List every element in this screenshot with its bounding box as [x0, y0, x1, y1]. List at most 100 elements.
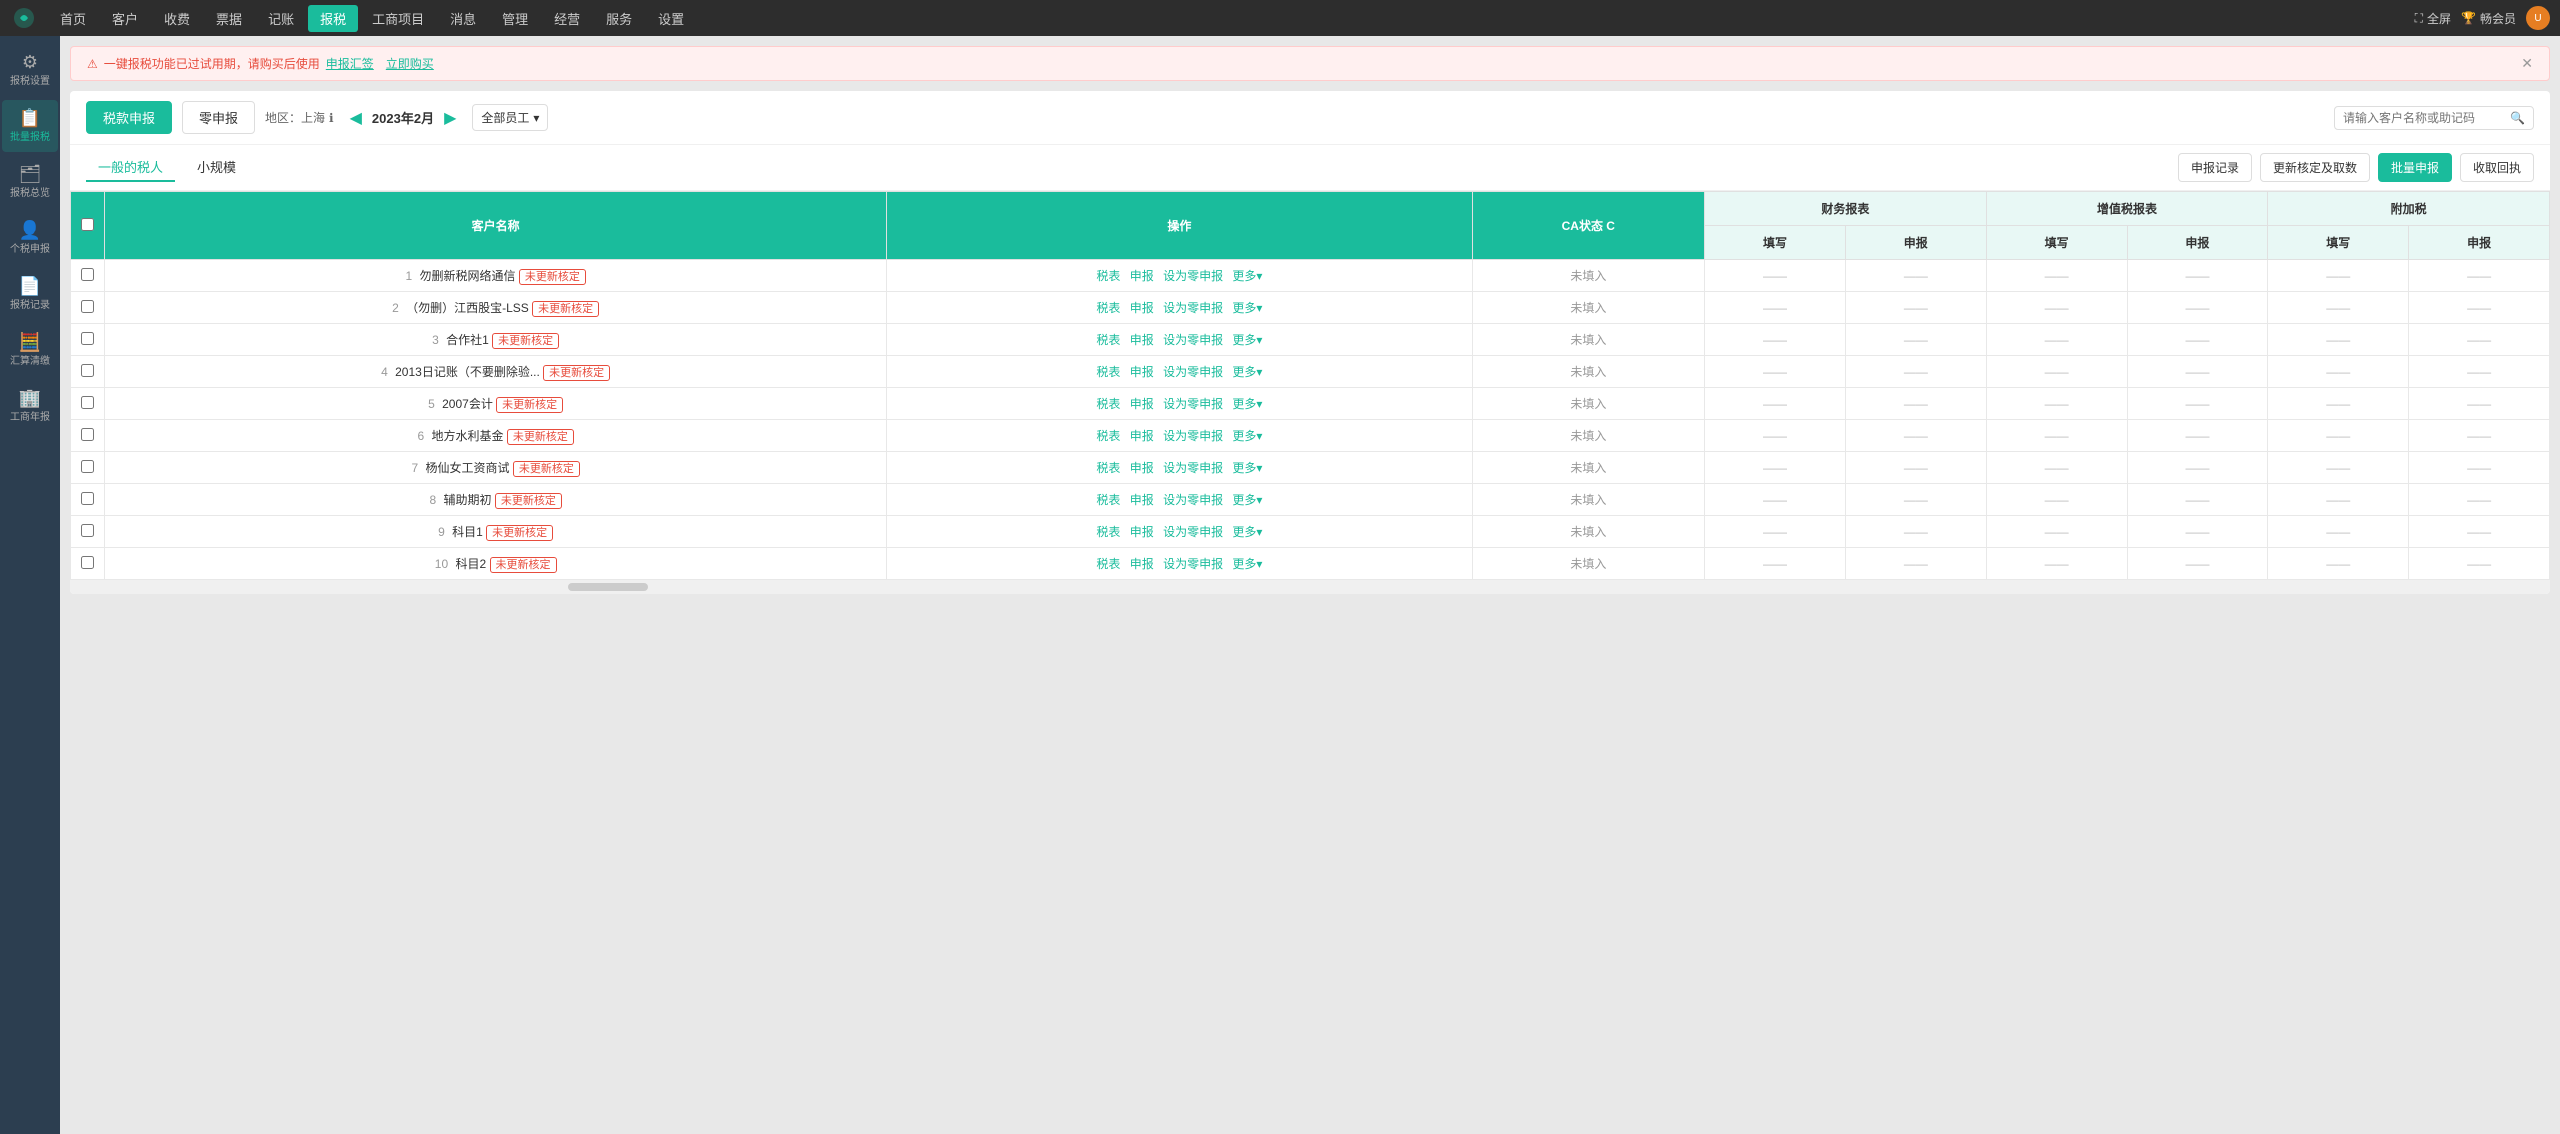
set-zero-link[interactable]: 设为零申报	[1163, 525, 1223, 539]
retrieve-receipt-button[interactable]: 收取回执	[2460, 153, 2534, 182]
sidebar-item-personal-tax[interactable]: 👤 个税申报	[2, 212, 58, 264]
department-selector[interactable]: 全部员工 ▾	[472, 104, 548, 131]
row-checkbox-9[interactable]	[81, 524, 94, 537]
declare-records-button[interactable]: 申报记录	[2178, 153, 2252, 182]
row-checkbox-cell[interactable]	[71, 420, 105, 452]
buy-now-link[interactable]: 立即购买	[386, 55, 434, 72]
row-checkbox-8[interactable]	[81, 492, 94, 505]
more-link[interactable]: 更多▾	[1232, 557, 1262, 571]
more-link[interactable]: 更多▾	[1232, 525, 1262, 539]
row-checkbox-cell[interactable]	[71, 452, 105, 484]
sidebar-item-tax-overview[interactable]: 🗂 报税总览	[2, 156, 58, 208]
tax-table-link[interactable]: 税表	[1096, 333, 1120, 347]
nav-operations[interactable]: 经营	[542, 5, 592, 32]
set-zero-link[interactable]: 设为零申报	[1163, 333, 1223, 347]
nav-management[interactable]: 管理	[490, 5, 540, 32]
tax-declaration-tab[interactable]: 税款申报	[86, 101, 172, 134]
row-checkbox-10[interactable]	[81, 556, 94, 569]
row-checkbox-5[interactable]	[81, 396, 94, 409]
row-checkbox-cell[interactable]	[71, 516, 105, 548]
tax-table-link[interactable]: 税表	[1096, 557, 1120, 571]
more-link[interactable]: 更多▾	[1232, 429, 1262, 443]
row-checkbox-3[interactable]	[81, 332, 94, 345]
tax-table-link[interactable]: 税表	[1096, 365, 1120, 379]
batch-declare-button[interactable]: 批量申报	[2378, 153, 2452, 182]
row-checkbox-cell[interactable]	[71, 324, 105, 356]
nav-business[interactable]: 工商项目	[360, 5, 436, 32]
zero-declaration-tab[interactable]: 零申报	[182, 101, 255, 134]
nav-settings[interactable]: 设置	[646, 5, 696, 32]
row-checkbox-cell[interactable]	[71, 388, 105, 420]
declare-summary-link[interactable]: 申报汇签	[326, 55, 374, 72]
set-zero-link[interactable]: 设为零申报	[1163, 461, 1223, 475]
more-link[interactable]: 更多▾	[1232, 301, 1262, 315]
declare-link[interactable]: 申报	[1130, 365, 1154, 379]
row-checkbox-cell[interactable]	[71, 260, 105, 292]
row-checkbox-4[interactable]	[81, 364, 94, 377]
row-checkbox-cell[interactable]	[71, 292, 105, 324]
nav-billing[interactable]: 收费	[152, 5, 202, 32]
banner-close-button[interactable]: ✕	[2521, 55, 2533, 72]
user-avatar[interactable]: U	[2526, 6, 2550, 30]
sidebar-item-batch-tax[interactable]: 📋 批量报税	[2, 100, 58, 152]
more-link[interactable]: 更多▾	[1232, 365, 1262, 379]
set-zero-link[interactable]: 设为零申报	[1163, 557, 1223, 571]
nav-messages[interactable]: 消息	[438, 5, 488, 32]
more-link[interactable]: 更多▾	[1232, 397, 1262, 411]
nav-bookkeeping[interactable]: 记账	[256, 5, 306, 32]
row-checkbox-1[interactable]	[81, 268, 94, 281]
declare-link[interactable]: 申报	[1130, 461, 1154, 475]
scroll-thumb[interactable]	[568, 583, 648, 591]
search-input[interactable]	[2343, 111, 2506, 125]
row-checkbox-7[interactable]	[81, 460, 94, 473]
declare-link[interactable]: 申报	[1130, 333, 1154, 347]
app-logo[interactable]	[10, 4, 38, 32]
tax-table-link[interactable]: 税表	[1096, 301, 1120, 315]
select-all-header[interactable]	[71, 192, 105, 260]
sidebar-item-tax-settings[interactable]: ⚙ 报税设置	[2, 44, 58, 96]
more-link[interactable]: 更多▾	[1232, 461, 1262, 475]
select-all-checkbox[interactable]	[81, 218, 94, 231]
more-link[interactable]: 更多▾	[1232, 493, 1262, 507]
declare-link[interactable]: 申报	[1130, 397, 1154, 411]
set-zero-link[interactable]: 设为零申报	[1163, 269, 1223, 283]
set-zero-link[interactable]: 设为零申报	[1163, 493, 1223, 507]
set-zero-link[interactable]: 设为零申报	[1163, 365, 1223, 379]
declare-link[interactable]: 申报	[1130, 493, 1154, 507]
declare-link[interactable]: 申报	[1130, 429, 1154, 443]
tax-table-link[interactable]: 税表	[1096, 397, 1120, 411]
nav-tax[interactable]: 报税	[308, 5, 358, 32]
tax-table-link[interactable]: 税表	[1096, 269, 1120, 283]
member-button[interactable]: 🏆 畅会员	[2461, 10, 2516, 27]
row-checkbox-cell[interactable]	[71, 356, 105, 388]
nav-home[interactable]: 首页	[48, 5, 98, 32]
set-zero-link[interactable]: 设为零申报	[1163, 429, 1223, 443]
general-taxpayer-tab[interactable]: 一般的税人	[86, 153, 175, 182]
row-checkbox-cell[interactable]	[71, 548, 105, 580]
tax-table-link[interactable]: 税表	[1096, 525, 1120, 539]
fullscreen-button[interactable]: ⛶ 全屏	[2415, 10, 2451, 27]
declare-link[interactable]: 申报	[1130, 301, 1154, 315]
set-zero-link[interactable]: 设为零申报	[1163, 397, 1223, 411]
nav-services[interactable]: 服务	[594, 5, 644, 32]
declare-link[interactable]: 申报	[1130, 525, 1154, 539]
row-checkbox-6[interactable]	[81, 428, 94, 441]
tax-table-link[interactable]: 税表	[1096, 461, 1120, 475]
sidebar-item-tax-records[interactable]: 📄 报税记录	[2, 268, 58, 320]
set-zero-link[interactable]: 设为零申报	[1163, 301, 1223, 315]
next-month-button[interactable]: ▶	[438, 106, 462, 130]
nav-customer[interactable]: 客户	[100, 5, 150, 32]
search-icon[interactable]: 🔍	[2510, 111, 2525, 125]
more-link[interactable]: 更多▾	[1232, 269, 1262, 283]
more-link[interactable]: 更多▾	[1232, 333, 1262, 347]
sidebar-item-annual-report[interactable]: 🏢 工商年报	[2, 380, 58, 432]
tax-table-link[interactable]: 税表	[1096, 493, 1120, 507]
declare-link[interactable]: 申报	[1130, 269, 1154, 283]
prev-month-button[interactable]: ◀	[344, 106, 368, 130]
nav-invoice[interactable]: 票据	[204, 5, 254, 32]
tax-table-link[interactable]: 税表	[1096, 429, 1120, 443]
row-checkbox-2[interactable]	[81, 300, 94, 313]
small-scale-tab[interactable]: 小规模	[185, 153, 248, 182]
sidebar-item-annual-settlement[interactable]: 🧮 汇算清缴	[2, 324, 58, 376]
row-checkbox-cell[interactable]	[71, 484, 105, 516]
